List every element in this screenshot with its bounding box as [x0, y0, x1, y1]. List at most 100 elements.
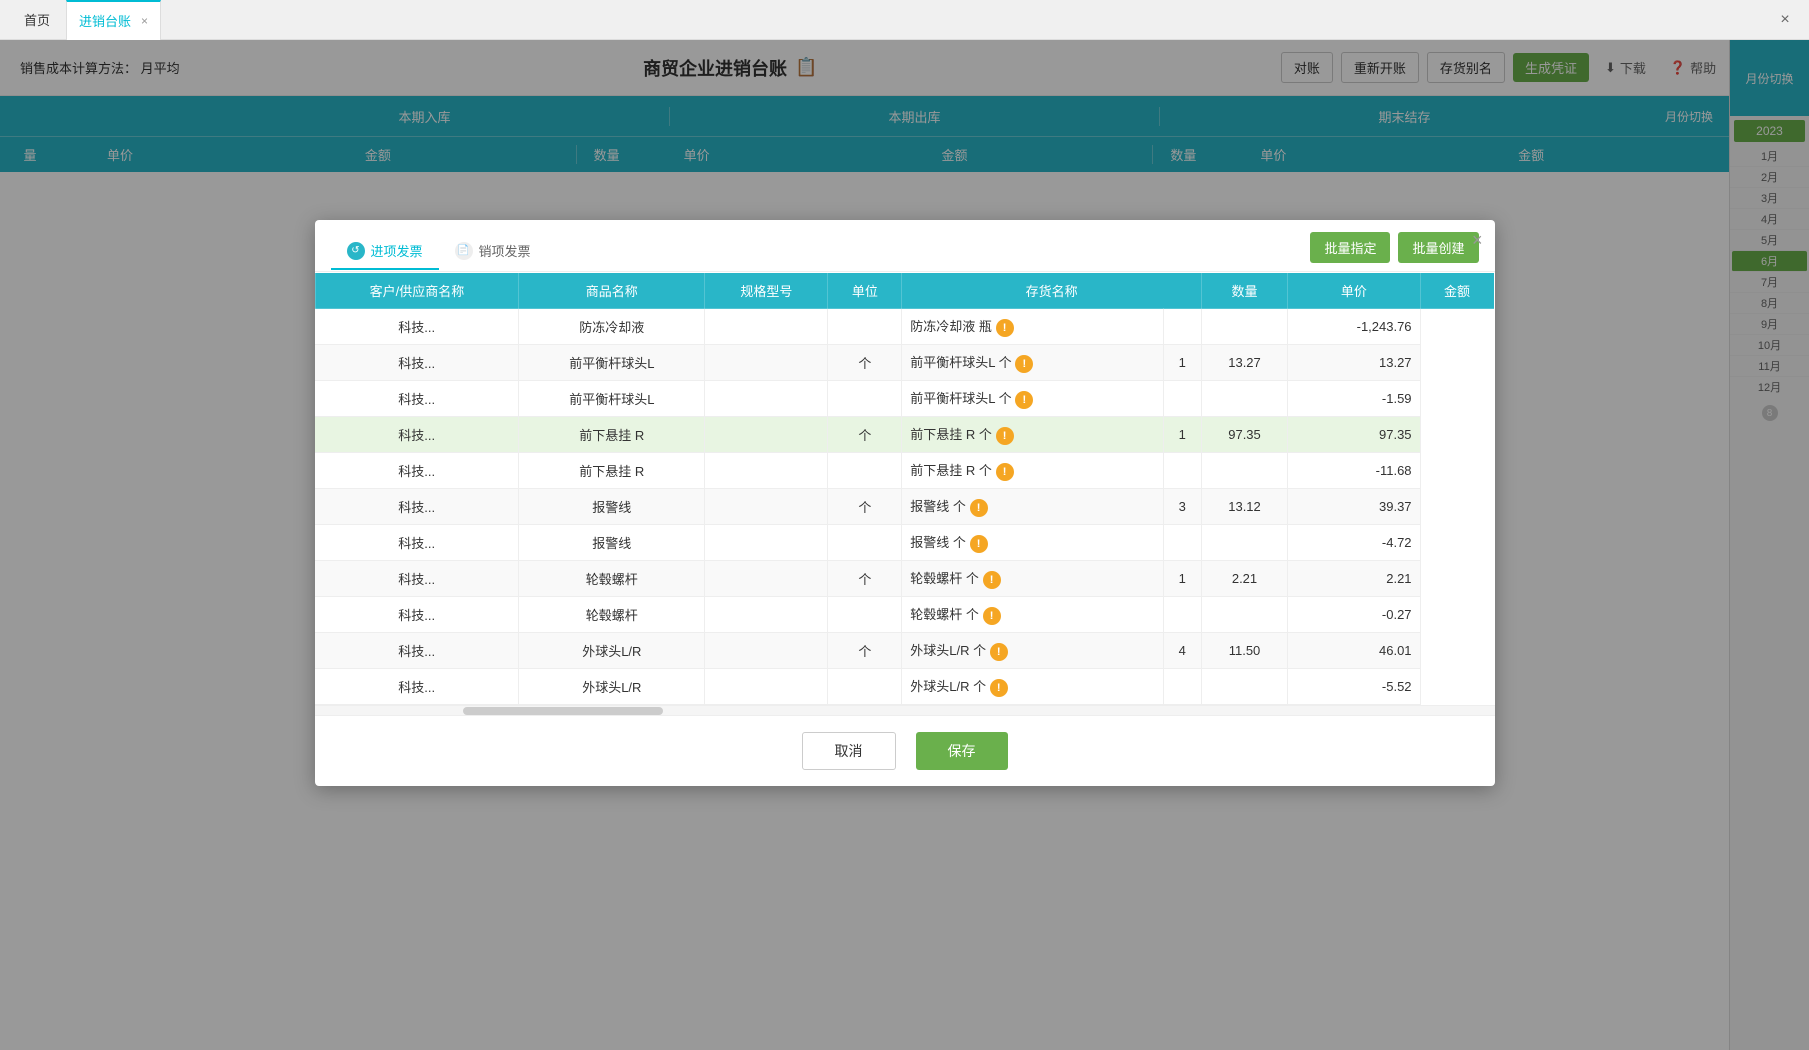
modal-footer: 取消 保存 — [315, 715, 1495, 786]
modal-close-button[interactable]: × — [1472, 230, 1483, 251]
th-unit: 单位 — [828, 273, 902, 309]
warning-icon: ! — [983, 607, 1001, 625]
tab-active-label: 进销台账 — [79, 11, 131, 30]
window-close-button[interactable]: × — [1769, 4, 1801, 36]
modal-body: 客户/供应商名称 商品名称 规格型号 单位 存货名称 数量 单价 金额 科技..… — [315, 272, 1495, 705]
cell-spec — [705, 561, 828, 597]
sales-tab-icon: 📄 — [455, 242, 473, 260]
cell-unit — [828, 597, 902, 633]
cell-amount: -11.68 — [1288, 453, 1420, 489]
cell-unit: 个 — [828, 489, 902, 525]
th-product: 商品名称 — [519, 273, 705, 309]
tab-active[interactable]: 进销台账 × — [66, 0, 161, 40]
cell-qty — [1163, 381, 1201, 417]
cell-unit: 个 — [828, 561, 902, 597]
cell-spec — [705, 417, 828, 453]
cell-qty: 1 — [1163, 417, 1201, 453]
cell-inventory: 轮毂螺杆 个 ! — [902, 597, 1163, 633]
cell-unit-price — [1201, 669, 1287, 705]
table-row[interactable]: 科技...轮毂螺杆 轮毂螺杆 个 ! -0.27 — [315, 597, 1494, 633]
cell-qty: 1 — [1163, 345, 1201, 381]
cell-unit: 个 — [828, 345, 902, 381]
cell-product: 前平衡杆球头L — [519, 345, 705, 381]
tab-purchase-invoice[interactable]: ↺ 进项发票 — [331, 233, 439, 270]
warning-icon: ! — [996, 319, 1014, 337]
cell-spec — [705, 669, 828, 705]
table-row[interactable]: 科技...前下悬挂 R前下悬挂 R 个 !-11.68 — [315, 453, 1494, 489]
th-inventory: 存货名称 — [902, 273, 1202, 309]
cell-amount: -5.52 — [1288, 669, 1420, 705]
warning-icon: ! — [1015, 391, 1033, 409]
table-row[interactable]: 科技...外球头L/R个外球头L/R 个 !411.5046.01 — [315, 633, 1494, 669]
cell-supplier: 科技... — [315, 381, 519, 417]
cell-qty — [1163, 453, 1201, 489]
cell-unit-price — [1201, 525, 1287, 561]
cell-product: 外球头L/R — [519, 633, 705, 669]
cell-inventory: 前下悬挂 R 个 ! — [902, 453, 1163, 489]
table-row[interactable]: 科技...前平衡杆球头L前平衡杆球头L 个 !-1.59 — [315, 381, 1494, 417]
warning-icon: ! — [983, 571, 1001, 589]
cell-amount: -0.27 — [1288, 597, 1420, 633]
cell-supplier: 科技... — [315, 309, 519, 345]
horizontal-scrollbar[interactable] — [315, 705, 1495, 715]
cell-unit — [828, 381, 902, 417]
scrollbar-thumb[interactable] — [463, 707, 663, 715]
cell-spec — [705, 633, 828, 669]
modal-overlay: ↺ 进项发票 📄 销项发票 批量指定 批量创建 × 客 — [0, 40, 1809, 1050]
cell-unit: 个 — [828, 417, 902, 453]
cell-supplier: 科技... — [315, 417, 519, 453]
table-body: 科技...防冻冷却液防冻冷却液 瓶 !-1,243.76科技...前平衡杆球头L… — [315, 309, 1494, 705]
table-row[interactable]: 科技...外球头L/R外球头L/R 个 !-5.52 — [315, 669, 1494, 705]
cell-product: 前下悬挂 R — [519, 453, 705, 489]
cell-supplier: 科技... — [315, 345, 519, 381]
cell-spec — [705, 381, 828, 417]
th-supplier: 客户/供应商名称 — [315, 273, 519, 309]
cell-spec — [705, 597, 828, 633]
cell-product: 报警线 — [519, 489, 705, 525]
cell-unit-price: 2.21 — [1201, 561, 1287, 597]
cell-qty — [1163, 525, 1201, 561]
cell-inventory: 前平衡杆球头L 个 ! — [902, 381, 1163, 417]
warning-icon: ! — [1015, 355, 1033, 373]
cell-amount: -4.72 — [1288, 525, 1420, 561]
table-row[interactable]: 科技...报警线个报警线 个 !313.1239.37 — [315, 489, 1494, 525]
table-row[interactable]: 科技...前平衡杆球头L个前平衡杆球头L 个 !113.2713.27 — [315, 345, 1494, 381]
cell-product: 防冻冷却液 — [519, 309, 705, 345]
cell-unit: 个 — [828, 633, 902, 669]
batch-assign-button[interactable]: 批量指定 — [1310, 232, 1390, 263]
cell-product: 轮毂螺杆 — [519, 597, 705, 633]
tab-bar: 首页 进销台账 × × — [0, 0, 1809, 40]
table-thead: 客户/供应商名称 商品名称 规格型号 单位 存货名称 数量 单价 金额 — [315, 273, 1494, 309]
batch-buttons: 批量指定 批量创建 — [1310, 232, 1478, 271]
cell-inventory: 外球头L/R 个 ! — [902, 633, 1163, 669]
cell-unit-price: 97.35 — [1201, 417, 1287, 453]
save-button[interactable]: 保存 — [916, 732, 1008, 770]
table-header-row: 客户/供应商名称 商品名称 规格型号 单位 存货名称 数量 单价 金额 — [315, 273, 1494, 309]
table-row[interactable]: 科技...轮毂螺杆个轮毂螺杆 个 !12.212.21 — [315, 561, 1494, 597]
cell-unit — [828, 453, 902, 489]
cell-inventory: 前下悬挂 R 个 ! — [902, 417, 1163, 453]
th-amount: 金额 — [1420, 273, 1494, 309]
table-row[interactable]: 科技...报警线报警线 个 !-4.72 — [315, 525, 1494, 561]
cell-supplier: 科技... — [315, 597, 519, 633]
warning-icon: ! — [970, 535, 988, 553]
tab-home[interactable]: 首页 — [8, 0, 66, 40]
batch-create-button[interactable]: 批量创建 — [1398, 232, 1478, 263]
cell-unit — [828, 309, 902, 345]
tab-sales-label: 销项发票 — [479, 241, 531, 260]
tab-close-icon[interactable]: × — [141, 14, 148, 28]
cell-spec — [705, 309, 828, 345]
cell-unit-price — [1201, 597, 1287, 633]
cell-spec — [705, 489, 828, 525]
tab-sales-invoice[interactable]: 📄 销项发票 — [439, 233, 547, 270]
cancel-button[interactable]: 取消 — [802, 732, 896, 770]
cell-amount: 2.21 — [1288, 561, 1420, 597]
cell-inventory: 前平衡杆球头L 个 ! — [902, 345, 1163, 381]
cell-product: 轮毂螺杆 — [519, 561, 705, 597]
tab-purchase-label: 进项发票 — [371, 241, 423, 260]
warning-icon: ! — [996, 427, 1014, 445]
table-row[interactable]: 科技...防冻冷却液防冻冷却液 瓶 !-1,243.76 — [315, 309, 1494, 345]
table-row[interactable]: 科技...前下悬挂 R个前下悬挂 R 个 !197.3597.35 — [315, 417, 1494, 453]
cell-product: 前下悬挂 R — [519, 417, 705, 453]
cell-unit — [828, 525, 902, 561]
